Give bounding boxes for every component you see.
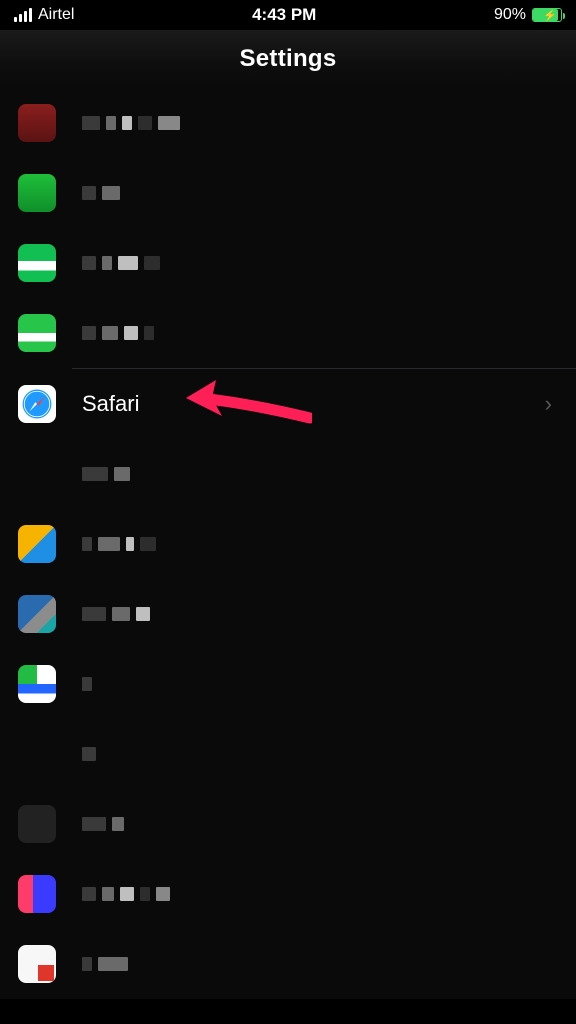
battery-percent: 90% <box>494 6 526 24</box>
settings-row[interactable] <box>0 649 576 719</box>
settings-row[interactable] <box>0 579 576 649</box>
settings-row[interactable] <box>0 509 576 579</box>
battery-icon: ⚡ <box>532 8 562 22</box>
redacted-label <box>82 887 170 901</box>
settings-row[interactable] <box>0 789 576 859</box>
app-icon-redacted <box>18 525 56 563</box>
row-label: Safari <box>82 391 139 417</box>
status-time: 4:43 PM <box>252 5 316 25</box>
settings-row[interactable] <box>0 298 576 368</box>
settings-row[interactable] <box>0 859 576 929</box>
app-icon-redacted <box>18 665 56 703</box>
redacted-label <box>82 256 160 270</box>
settings-row[interactable] <box>0 228 576 298</box>
signal-icon <box>14 8 32 22</box>
redacted-label <box>82 607 150 621</box>
app-icon-redacted <box>18 945 56 983</box>
redacted-label <box>82 677 92 691</box>
redacted-label <box>82 326 154 340</box>
settings-row[interactable] <box>0 158 576 228</box>
app-icon-redacted <box>18 174 56 212</box>
settings-row-safari[interactable]: Safari › <box>0 369 576 439</box>
app-icon-redacted <box>18 735 56 773</box>
redacted-label <box>82 537 156 551</box>
settings-list: Safari › <box>0 88 576 999</box>
page-title: Settings <box>239 45 336 73</box>
app-icon-redacted <box>18 314 56 352</box>
carrier-name: Airtel <box>38 6 74 24</box>
settings-row[interactable] <box>0 719 576 789</box>
settings-row[interactable] <box>0 439 576 509</box>
safari-icon <box>18 385 56 423</box>
chevron-right-icon: › <box>545 391 552 417</box>
redacted-label <box>82 817 124 831</box>
redacted-label <box>82 957 128 971</box>
app-icon-redacted <box>18 595 56 633</box>
redacted-label <box>82 186 120 200</box>
app-icon-redacted <box>18 805 56 843</box>
nav-header: Settings <box>0 30 576 88</box>
redacted-label <box>82 116 180 130</box>
app-icon-redacted <box>18 244 56 282</box>
app-icon-redacted <box>18 104 56 142</box>
redacted-label <box>82 467 130 481</box>
app-icon-redacted <box>18 455 56 493</box>
app-icon-redacted <box>18 875 56 913</box>
redacted-label <box>82 747 96 761</box>
settings-row[interactable] <box>0 88 576 158</box>
status-bar: Airtel 4:43 PM 90% ⚡ <box>0 0 576 30</box>
settings-row[interactable] <box>0 929 576 999</box>
